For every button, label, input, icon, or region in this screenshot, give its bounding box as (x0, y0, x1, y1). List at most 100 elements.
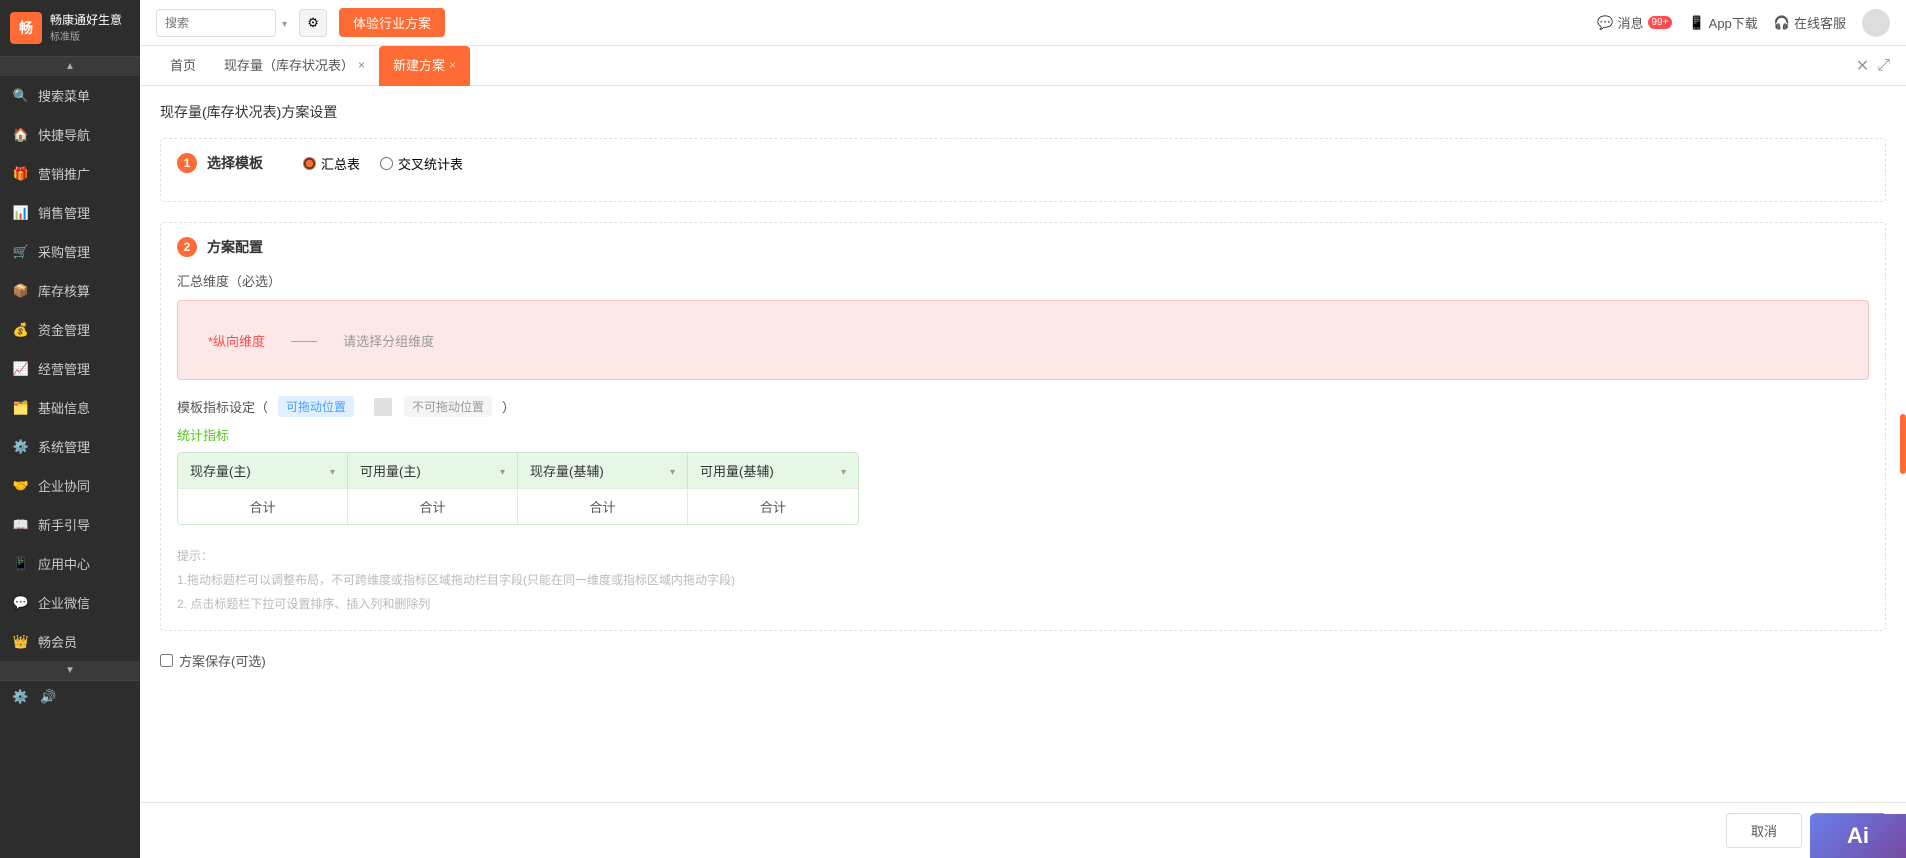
online-service-btn[interactable]: 🎧 在线客服 (1774, 13, 1846, 32)
sidebar-item-member[interactable]: 👑 畅会员 (0, 622, 140, 661)
marketing-icon: 🎁 (12, 165, 30, 183)
topbar-gear-button[interactable]: ⚙ (299, 9, 327, 37)
inventory-tab-close[interactable]: × (358, 58, 365, 72)
sidebar-footer: ⚙️ 🔊 (0, 680, 140, 713)
stat-indicators-label: 统计指标 (177, 425, 1869, 444)
sidebar-label-marketing: 营销推广 (38, 164, 90, 183)
tab-new-plan[interactable]: 新建方案 × (379, 46, 470, 86)
radio-summary-input[interactable] (303, 157, 316, 170)
section1-num: 1 (177, 153, 197, 173)
new-plan-tab-label: 新建方案 (393, 55, 445, 74)
basicinfo-icon: 🗂️ (12, 399, 30, 417)
sidebar-label-operations: 经营管理 (38, 359, 90, 378)
main-area: ⚙ 体验行业方案 💬 消息 99+ 📱 App下载 🎧 在线客服 首页 (140, 0, 1906, 858)
radio-cross[interactable]: 交叉统计表 (380, 154, 463, 173)
ai-badge-label: Ai (1847, 823, 1869, 849)
section2-num: 2 (177, 237, 197, 257)
new-plan-tab-close[interactable]: × (449, 58, 456, 72)
sidebar: 畅 畅康通好生意 标准版 ▲ 🔍 搜索菜单 🏠 快捷导航 🎁 营销推广 📊 销售… (0, 0, 140, 858)
sidebar-item-search[interactable]: 🔍 搜索菜单 (0, 76, 140, 115)
col-header-1-label: 现存量(主) (190, 461, 251, 480)
system-icon: ⚙️ (12, 438, 30, 456)
tips-section: 提示： 1.拖动标题栏可以调整布局，不可跨维度或指标区域拖动栏目字段(只能在同一… (177, 544, 1869, 616)
topbar-left: ⚙ 体验行业方案 (156, 8, 445, 37)
col-header-4: 可用量(基辅) (688, 453, 858, 488)
col-header-3-label: 现存量(基辅) (530, 461, 604, 480)
ai-badge[interactable]: Ai (1810, 814, 1906, 858)
col-2-dropdown-icon[interactable] (500, 463, 505, 478)
sound-icon[interactable]: 🔊 (40, 689, 56, 705)
avatar[interactable] (1862, 9, 1890, 37)
sidebar-label-basicinfo: 基础信息 (38, 398, 90, 417)
radio-cross-input[interactable] (380, 157, 393, 170)
sidebar-item-marketing[interactable]: 🎁 营销推广 (0, 154, 140, 193)
section1-title: 选择模板 (207, 153, 263, 173)
radio-summary[interactable]: 汇总表 (303, 154, 360, 173)
purchase-icon: 🛒 (12, 243, 30, 261)
search-input[interactable] (156, 9, 276, 37)
sidebar-scroll-up[interactable]: ▲ (0, 57, 140, 76)
messages-label: 消息 (1617, 13, 1643, 32)
col-header-3: 现存量(基辅) (518, 453, 688, 488)
tabs-bar: 首页 现存量（库存状况表） × 新建方案 × ✕ ⤢ (140, 46, 1906, 86)
sidebar-logo: 畅 畅康通好生意 标准版 (0, 0, 140, 57)
sidebar-label-purchase: 采购管理 (38, 242, 90, 261)
col-1-dropdown-icon[interactable] (330, 463, 335, 478)
inventory-tab-label: 现存量（库存状况表） (224, 55, 354, 74)
cancel-button[interactable]: 取消 (1726, 813, 1802, 848)
save-option: 方案保存(可选) (160, 651, 1886, 670)
close-panel-icon[interactable]: ✕ (1856, 56, 1869, 76)
topbar-dropdown-icon[interactable] (282, 15, 287, 30)
messages-btn[interactable]: 💬 消息 99+ (1597, 13, 1672, 32)
content-panel: 现存量(库存状况表)方案设置 1 选择模板 汇总表 交叉统计表 (140, 86, 1906, 802)
sidebar-item-guide[interactable]: 📖 新手引导 (0, 505, 140, 544)
sidebar-item-inventory[interactable]: 📦 库存核算 (0, 271, 140, 310)
tip-2: 2. 点击标题栏下拉可设置排序、插入列和删除列 (177, 592, 1869, 616)
gear-icon: ⚙ (307, 15, 319, 31)
col-3-dropdown-icon[interactable] (670, 463, 675, 478)
sidebar-item-collab[interactable]: 🤝 企业协同 (0, 466, 140, 505)
indicators-table: 现存量(主) 可用量(主) 现存量(基辅) (177, 452, 859, 525)
app-download-btn[interactable]: 📱 App下载 (1688, 13, 1757, 32)
draggable-badge: 可拖动位置 (278, 396, 354, 417)
col-header-1: 现存量(主) (178, 453, 348, 488)
dimension-area[interactable]: *纵向维度 —— 请选择分组维度 (177, 300, 1869, 380)
section2-title: 方案配置 (207, 237, 263, 257)
app-name: 畅康通好生意 (50, 13, 122, 29)
sidebar-label-sales: 销售管理 (38, 203, 90, 222)
sidebar-item-appcenter[interactable]: 📱 应用中心 (0, 544, 140, 583)
sidebar-label-wechat: 企业微信 (38, 593, 90, 612)
indicator-settings-label: 模板指标设定（ (177, 397, 268, 416)
topbar-search-area (156, 9, 287, 37)
operations-icon: 📈 (12, 360, 30, 378)
dimension-placeholder: 请选择分组维度 (343, 331, 434, 350)
table-data-row: 合计 合计 合计 合计 (178, 488, 858, 524)
settings-icon[interactable]: ⚙️ (12, 689, 28, 705)
online-service-label: 在线客服 (1794, 13, 1846, 32)
tab-home[interactable]: 首页 (156, 46, 210, 86)
sidebar-scroll-down[interactable]: ▼ (0, 661, 140, 680)
guide-icon: 📖 (12, 516, 30, 534)
sidebar-item-system[interactable]: ⚙️ 系统管理 (0, 427, 140, 466)
sidebar-item-wechat[interactable]: 💬 企业微信 (0, 583, 140, 622)
finance-icon: 💰 (12, 321, 30, 339)
dimension-required: *纵向维度 (208, 331, 265, 350)
sidebar-item-operations[interactable]: 📈 经营管理 (0, 349, 140, 388)
headset-icon: 🎧 (1774, 15, 1790, 31)
col-4-dropdown-icon[interactable] (841, 463, 846, 478)
sidebar-item-sales[interactable]: 📊 销售管理 (0, 193, 140, 232)
sidebar-item-purchase[interactable]: 🛒 采购管理 (0, 232, 140, 271)
scrollbar-stub[interactable] (1900, 414, 1906, 474)
sidebar-item-finance[interactable]: 💰 资金管理 (0, 310, 140, 349)
expand-icon[interactable]: ⤢ (1877, 57, 1890, 75)
experience-btn[interactable]: 体验行业方案 (339, 8, 445, 37)
tab-inventory[interactable]: 现存量（库存状况表） × (210, 46, 379, 86)
section2-header: 2 方案配置 (177, 237, 1869, 257)
sidebar-item-quicknav[interactable]: 🏠 快捷导航 (0, 115, 140, 154)
sidebar-label-guide: 新手引导 (38, 515, 90, 534)
topbar: ⚙ 体验行业方案 💬 消息 99+ 📱 App下载 🎧 在线客服 (140, 0, 1906, 46)
save-checkbox[interactable] (160, 654, 173, 667)
sidebar-item-basicinfo[interactable]: 🗂️ 基础信息 (0, 388, 140, 427)
home-tab-label: 首页 (170, 55, 196, 74)
search-icon: 🔍 (12, 87, 30, 105)
